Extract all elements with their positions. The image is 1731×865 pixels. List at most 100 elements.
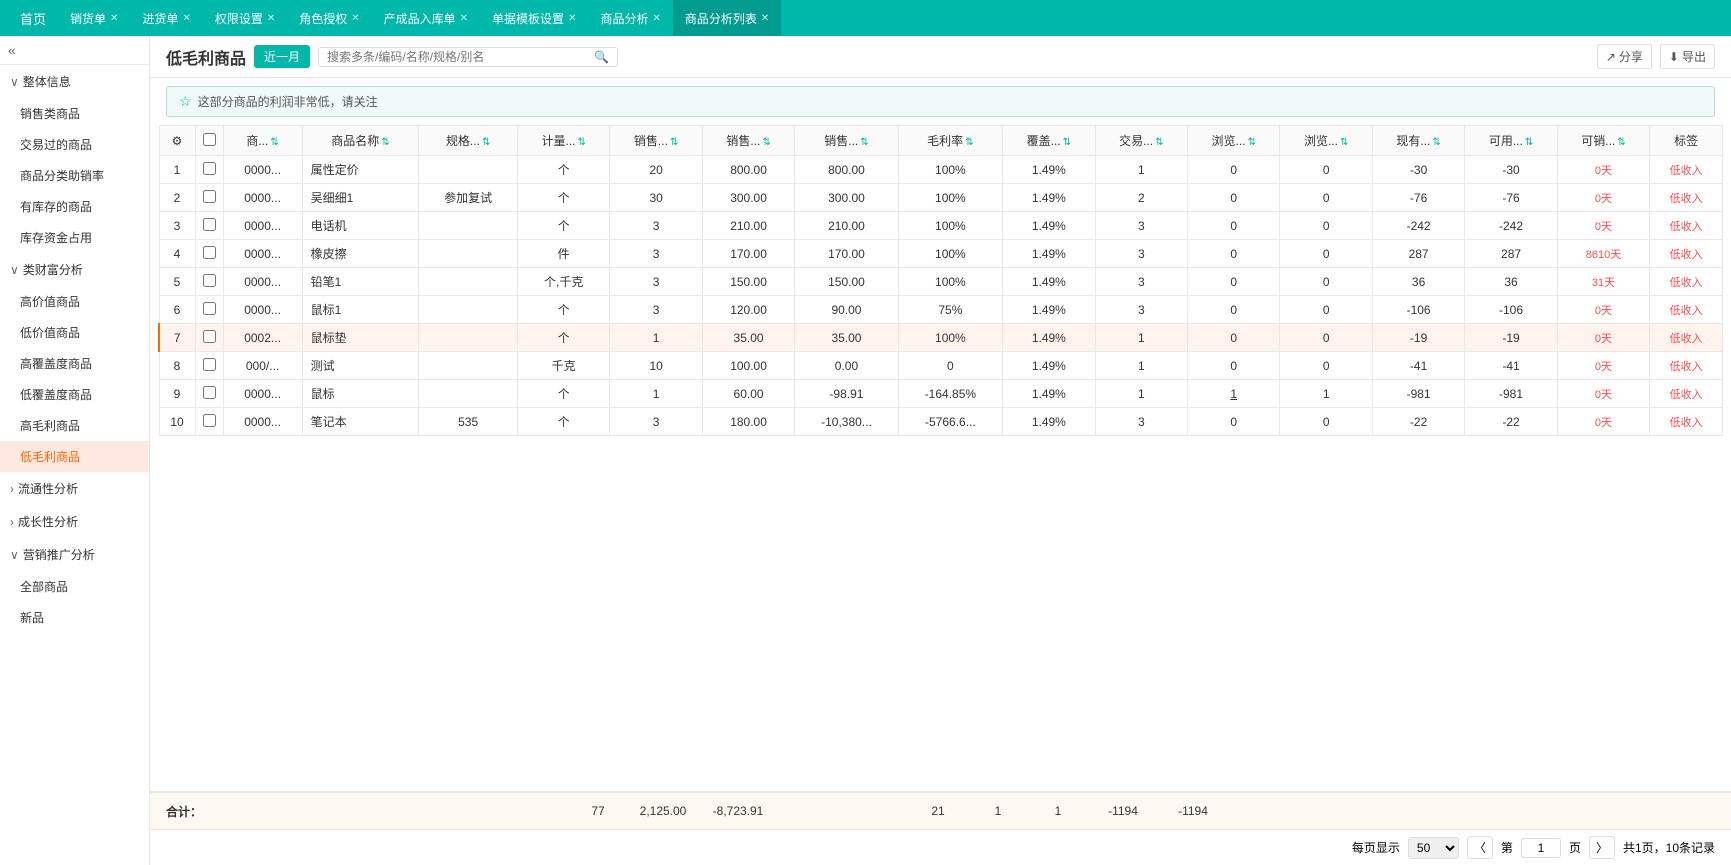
nav-permissions[interactable]: 权限设置 ✕ bbox=[203, 0, 287, 36]
nav-purchase[interactable]: 进货单 ✕ bbox=[130, 0, 202, 36]
row-checkbox[interactable] bbox=[203, 414, 216, 427]
row-checkbox-cell[interactable] bbox=[195, 156, 223, 184]
sidebar-item-stock-goods[interactable]: 有库存的商品 bbox=[0, 191, 149, 222]
nav-analysis[interactable]: 商品分析 ✕ bbox=[588, 0, 672, 36]
row-checkbox-cell[interactable] bbox=[195, 212, 223, 240]
total-info: 共1页，10条记录 bbox=[1623, 839, 1715, 856]
prev-page-btn[interactable]: 〈 bbox=[1467, 836, 1493, 859]
sidebar-group-growth[interactable]: › 成长性分析 bbox=[0, 505, 149, 538]
nav-sales[interactable]: 销货单 ✕ bbox=[58, 0, 130, 36]
row-coverage: 1.49% bbox=[1003, 408, 1095, 436]
row-available: -76 bbox=[1465, 184, 1557, 212]
sidebar-item-high-margin[interactable]: 高毛利商品 bbox=[0, 410, 149, 441]
row-checkbox-cell[interactable] bbox=[195, 184, 223, 212]
row-gross-rate: 0 bbox=[898, 352, 1003, 380]
search-input[interactable] bbox=[327, 50, 594, 64]
nav-home[interactable]: 首页 bbox=[8, 0, 58, 36]
sidebar-group-marketing[interactable]: ∨ 营销推广分析 bbox=[0, 538, 149, 571]
row-current: -41 bbox=[1372, 352, 1464, 380]
sidebar-group-overall[interactable]: ∨ 整体信息 bbox=[0, 65, 149, 98]
row-name: 鼠标1 bbox=[302, 296, 419, 324]
sidebar-group-wealth[interactable]: ∨ 类财富分析 bbox=[0, 253, 149, 286]
nav-templates[interactable]: 单据模板设置 ✕ bbox=[480, 0, 588, 36]
table-row: 7 0002... 鼠标垫 个 1 35.00 35.00 100% 1.49%… bbox=[159, 324, 1723, 352]
nav-analysis-list[interactable]: 商品分析列表 ✕ bbox=[673, 0, 781, 36]
row-checkbox[interactable] bbox=[203, 218, 216, 231]
row-checkbox[interactable] bbox=[203, 162, 216, 175]
row-browse1: 0 bbox=[1188, 212, 1280, 240]
nav-products-close[interactable]: ✕ bbox=[460, 13, 468, 24]
row-coverage: 1.49% bbox=[1003, 240, 1095, 268]
sidebar-item-stock-capital[interactable]: 库存资金占用 bbox=[0, 222, 149, 253]
nav-permissions-close[interactable]: ✕ bbox=[267, 13, 275, 24]
row-saleable: 0天 bbox=[1557, 324, 1649, 352]
row-checkbox-cell[interactable] bbox=[195, 380, 223, 408]
share-button[interactable]: ↗ 分享 bbox=[1597, 44, 1652, 69]
nav-roles-close[interactable]: ✕ bbox=[351, 13, 359, 24]
row-checkbox-cell[interactable] bbox=[195, 324, 223, 352]
row-saleable: 0天 bbox=[1557, 184, 1649, 212]
export-button[interactable]: ⬇ 导出 bbox=[1660, 44, 1715, 69]
footer-browse1: 1 bbox=[968, 799, 1028, 823]
row-checkbox[interactable] bbox=[203, 358, 216, 371]
row-checkbox[interactable] bbox=[203, 302, 216, 315]
row-checkbox[interactable] bbox=[203, 330, 216, 343]
sidebar-group-flow[interactable]: › 流通性分析 bbox=[0, 472, 149, 505]
sidebar-item-low-value[interactable]: 低价值商品 bbox=[0, 317, 149, 348]
row-current: -981 bbox=[1372, 380, 1464, 408]
nav-templates-close[interactable]: ✕ bbox=[568, 13, 576, 24]
row-name: 橡皮擦 bbox=[302, 240, 419, 268]
col-unit: 计量...⇅ bbox=[517, 126, 609, 156]
search-box: 🔍 bbox=[318, 47, 618, 67]
col-checkbox-all[interactable] bbox=[195, 126, 223, 156]
page-number-input[interactable] bbox=[1521, 838, 1561, 858]
sidebar-collapse-btn[interactable]: « bbox=[8, 42, 16, 58]
nav-products[interactable]: 产成品入库单 ✕ bbox=[372, 0, 480, 36]
nav-analysis-close[interactable]: ✕ bbox=[652, 13, 660, 24]
row-browse1: 0 bbox=[1188, 352, 1280, 380]
sidebar-item-traded-goods[interactable]: 交易过的商品 bbox=[0, 129, 149, 160]
sidebar-item-low-margin[interactable]: 低毛利商品 bbox=[0, 441, 149, 472]
row-checkbox-cell[interactable] bbox=[195, 268, 223, 296]
filter-recent-month-btn[interactable]: 近一月 bbox=[254, 45, 310, 68]
row-tag: 低收入 bbox=[1650, 352, 1723, 380]
sidebar-item-new-goods[interactable]: 新品 bbox=[0, 602, 149, 633]
row-checkbox[interactable] bbox=[203, 190, 216, 203]
row-coverage: 1.49% bbox=[1003, 296, 1095, 324]
nav-roles[interactable]: 角色授权 ✕ bbox=[287, 0, 371, 36]
sidebar-item-low-coverage[interactable]: 低覆盖度商品 bbox=[0, 379, 149, 410]
row-browse1[interactable]: 1 bbox=[1188, 380, 1280, 408]
select-all-checkbox[interactable] bbox=[203, 133, 216, 146]
row-checkbox[interactable] bbox=[203, 274, 216, 287]
row-checkbox-cell[interactable] bbox=[195, 240, 223, 268]
row-spec bbox=[419, 296, 518, 324]
row-checkbox[interactable] bbox=[203, 246, 216, 259]
page-size-select[interactable]: 50 20 100 bbox=[1408, 837, 1459, 859]
sidebar-item-category-rate[interactable]: 商品分类助销率 bbox=[0, 160, 149, 191]
row-available: -242 bbox=[1465, 212, 1557, 240]
row-sales3: -10,380... bbox=[795, 408, 898, 436]
nav-sales-close[interactable]: ✕ bbox=[110, 13, 118, 24]
row-num: 7 bbox=[159, 324, 195, 352]
row-unit: 千克 bbox=[517, 352, 609, 380]
row-unit: 个 bbox=[517, 156, 609, 184]
sidebar-item-high-coverage[interactable]: 高覆盖度商品 bbox=[0, 348, 149, 379]
row-sales1: 20 bbox=[610, 156, 702, 184]
sidebar-item-sales-goods[interactable]: 销售类商品 bbox=[0, 98, 149, 129]
col-settings[interactable]: ⚙ bbox=[159, 126, 195, 156]
nav-purchase-close[interactable]: ✕ bbox=[182, 13, 190, 24]
next-page-btn[interactable]: 〉 bbox=[1589, 836, 1615, 859]
row-checkbox-cell[interactable] bbox=[195, 352, 223, 380]
row-current: 36 bbox=[1372, 268, 1464, 296]
search-icon[interactable]: 🔍 bbox=[594, 50, 609, 64]
pagination-bar: 每页显示 50 20 100 〈 第 页 〉 共1页，10条记录 bbox=[150, 829, 1731, 865]
row-spec bbox=[419, 212, 518, 240]
row-num: 4 bbox=[159, 240, 195, 268]
nav-analysis-list-close[interactable]: ✕ bbox=[761, 13, 769, 24]
row-checkbox-cell[interactable] bbox=[195, 296, 223, 324]
row-checkbox-cell[interactable] bbox=[195, 408, 223, 436]
sidebar-item-all-goods[interactable]: 全部商品 bbox=[0, 571, 149, 602]
sidebar-item-high-value[interactable]: 高价值商品 bbox=[0, 286, 149, 317]
col-saleable: 可销...⇅ bbox=[1557, 126, 1649, 156]
row-checkbox[interactable] bbox=[203, 386, 216, 399]
